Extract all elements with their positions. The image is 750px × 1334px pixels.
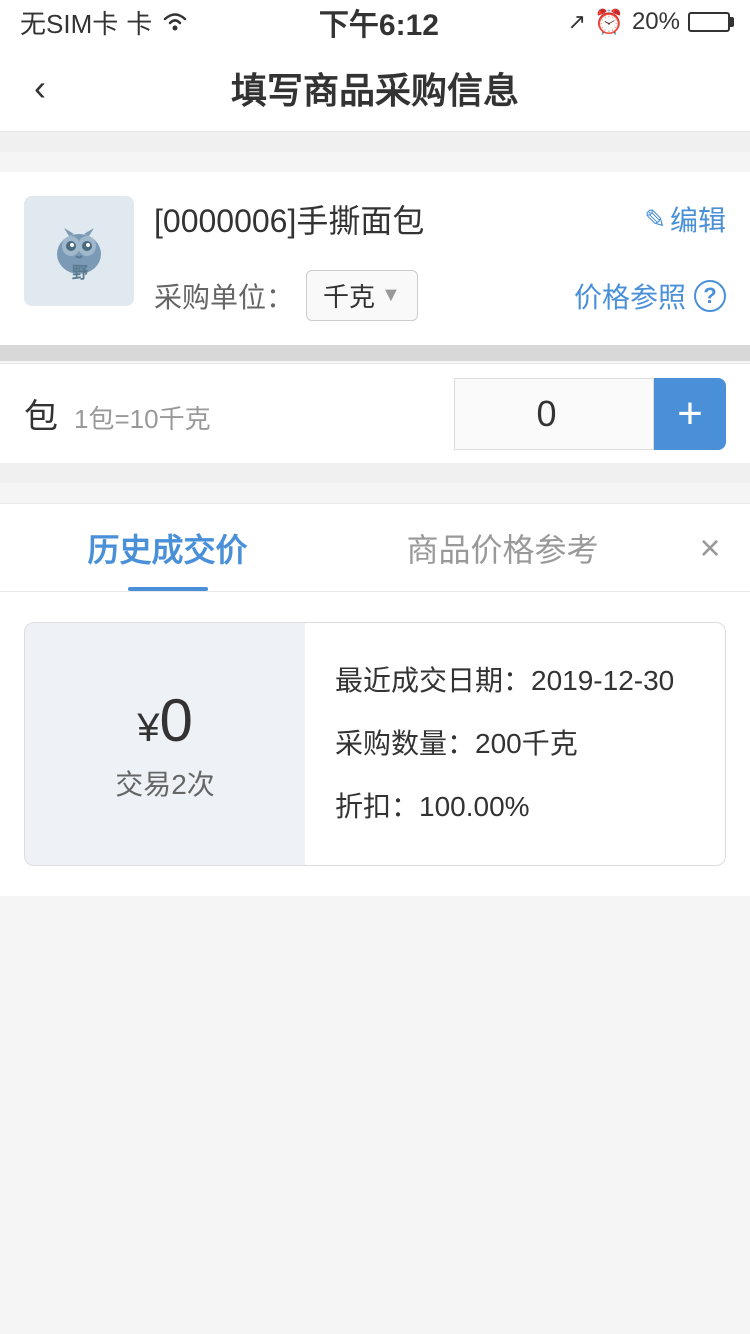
section-divider-1 (0, 132, 750, 152)
product-name: [0000006]手撕面包 (154, 196, 424, 242)
unit-label-text: 采购单位： (154, 276, 294, 316)
product-card: 野 [0000006]手撕面包 ✎ 编辑 采购单位： 千克 ▼ (0, 172, 750, 345)
product-thumbnail: 野 (24, 196, 134, 306)
quantity-plus-button[interactable]: + (654, 378, 726, 450)
price-detail-quantity: 采购数量：200千克 (335, 722, 695, 767)
price-left-panel: ¥0 交易2次 (25, 623, 305, 865)
quantity-input-group: + (454, 378, 726, 450)
quantity-section: 包 1包=10千克 + (0, 363, 750, 463)
battery-percent: 20% (632, 8, 680, 36)
wifi-icon (160, 7, 190, 38)
status-carrier: 无SIM卡 卡 (20, 4, 190, 41)
tabs-header: 历史成交价 商品价格参考 × (0, 504, 750, 592)
location-icon: ↗ (568, 9, 586, 35)
status-right: ↗ ⏰ 20% (568, 8, 730, 37)
quantity-label-group: 包 1包=10千克 (24, 389, 211, 438)
tabs-close-button[interactable]: × (670, 504, 750, 591)
carrier-text: 无SIM卡 (20, 4, 118, 41)
status-bar: 无SIM卡 卡 下午6:12 ↗ ⏰ 20% (0, 0, 750, 44)
edit-label: 编辑 (670, 199, 726, 239)
section-divider-2 (0, 463, 750, 483)
product-info: [0000006]手撕面包 ✎ 编辑 采购单位： 千克 ▼ 价格参照 ? (154, 196, 726, 321)
edit-button[interactable]: ✎ 编辑 (644, 199, 726, 239)
discount-value: 100.00% (419, 791, 530, 822)
battery-icon (688, 12, 730, 32)
discount-label: 折扣： (335, 791, 419, 822)
recent-date-value: 2019-12-30 (531, 665, 674, 696)
tab-history-price[interactable]: 历史成交价 (0, 504, 335, 591)
price-detail-discount: 折扣：100.00% (335, 785, 695, 830)
quantity-value: 200千克 (475, 728, 578, 759)
nav-bar: ‹ 填写商品采购信息 (0, 44, 750, 132)
price-times: 交易2次 (115, 763, 215, 803)
info-circle-icon: ? (694, 280, 726, 312)
price-detail-date: 最近成交日期：2019-12-30 (335, 659, 695, 704)
price-right-panel: 最近成交日期：2019-12-30 采购数量：200千克 折扣：100.00% (305, 623, 725, 865)
quantity-unit-main: 包 (24, 389, 58, 438)
tab-content-history: ¥0 交易2次 最近成交日期：2019-12-30 采购数量：200千克 折扣：… (0, 592, 750, 896)
price-value: 0 (159, 687, 192, 754)
quantity-unit-sub: 1包=10千克 (74, 399, 211, 436)
unit-label-group: 采购单位： 千克 ▼ (154, 270, 418, 321)
tabs-panel: 历史成交价 商品价格参考 × ¥0 交易2次 最近成交日期：2019-12-30… (0, 503, 750, 896)
product-title-row: [0000006]手撕面包 ✎ 编辑 (154, 196, 726, 242)
recent-date-label: 最近成交日期： (335, 665, 531, 696)
carrier-icon: 卡 (126, 4, 152, 41)
price-amount: ¥0 (137, 686, 193, 755)
unit-select[interactable]: 千克 ▼ (306, 270, 418, 321)
status-time: 下午6:12 (319, 0, 439, 44)
edit-icon: ✎ (644, 204, 666, 235)
page-title: 填写商品采购信息 (231, 62, 519, 114)
tab-history-price-label: 历史成交价 (87, 525, 247, 571)
price-currency-symbol: ¥ (137, 706, 159, 750)
gray-divider (0, 345, 750, 361)
back-button[interactable]: ‹ (24, 60, 56, 116)
price-reference-button[interactable]: 价格参照 ? (574, 276, 726, 316)
product-header: 野 [0000006]手撕面包 ✎ 编辑 采购单位： 千克 ▼ (24, 196, 726, 321)
tab-product-price-label: 商品价格参考 (406, 525, 598, 571)
svg-text:野: 野 (72, 264, 88, 282)
alarm-icon: ⏰ (594, 8, 624, 37)
quantity-label: 采购数量： (335, 728, 475, 759)
price-card: ¥0 交易2次 最近成交日期：2019-12-30 采购数量：200千克 折扣：… (24, 622, 726, 866)
product-unit-row: 采购单位： 千克 ▼ 价格参照 ? (154, 270, 726, 321)
tab-product-price[interactable]: 商品价格参考 (335, 504, 670, 591)
quantity-input[interactable] (454, 378, 654, 450)
price-ref-label: 价格参照 (574, 276, 686, 316)
dropdown-arrow-icon: ▼ (381, 284, 401, 307)
unit-value: 千克 (323, 277, 375, 314)
